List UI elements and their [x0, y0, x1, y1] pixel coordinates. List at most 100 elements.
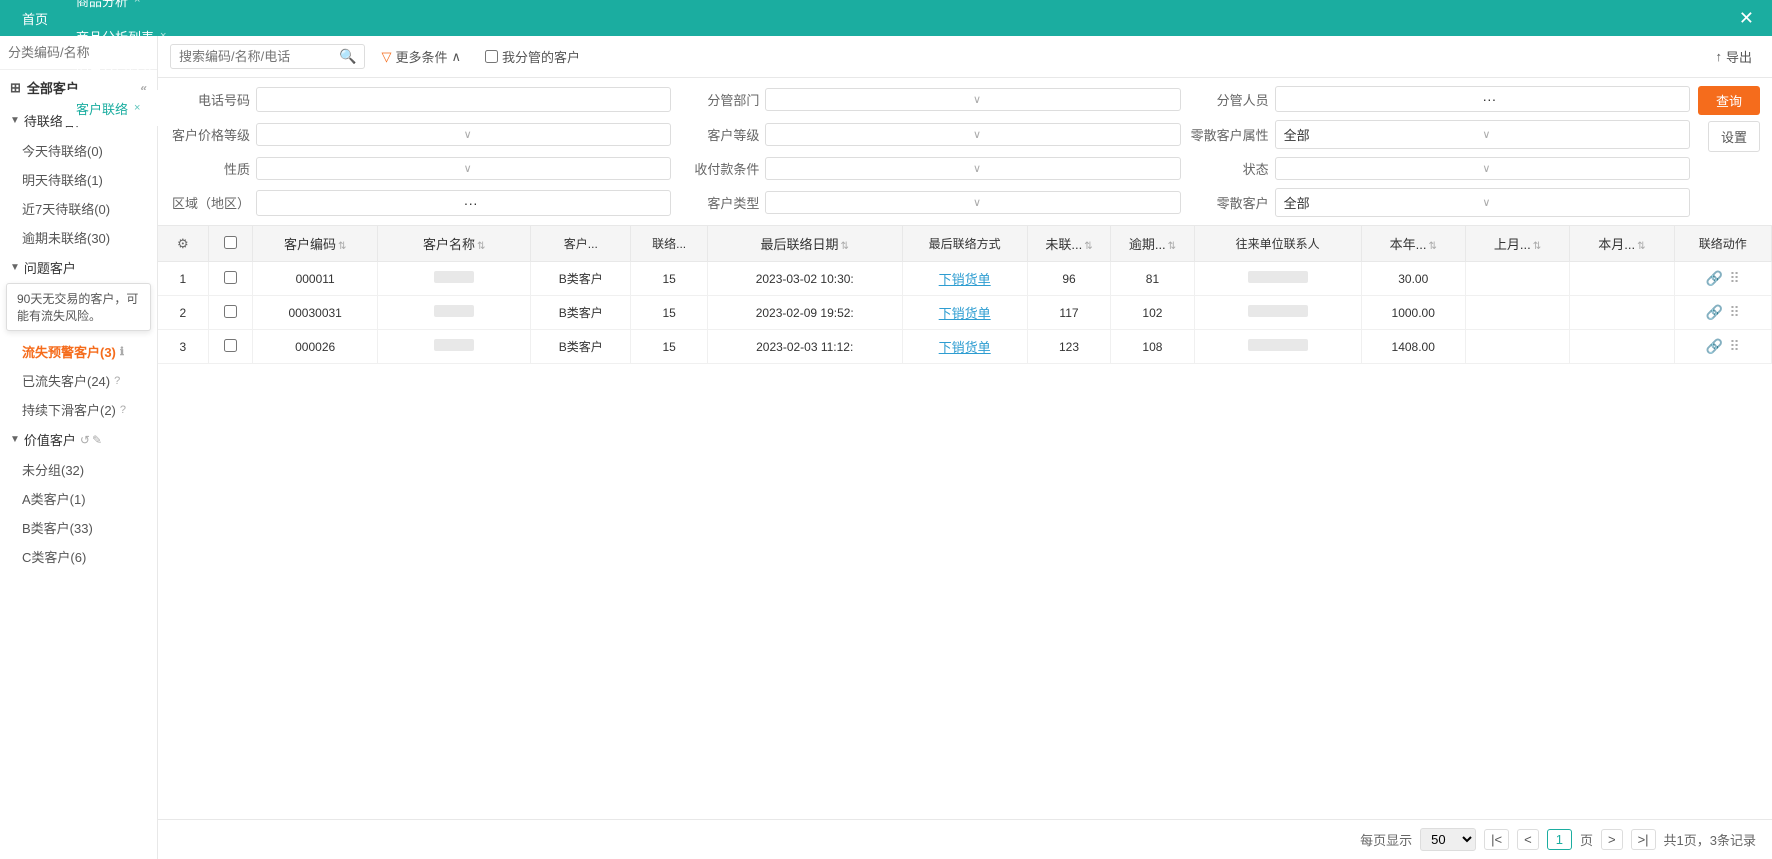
- td-way-link[interactable]: 下销货单: [939, 306, 991, 321]
- sidebar-item[interactable]: 流失预警客户(3)ℹ: [0, 337, 157, 366]
- th-thisyr-sort[interactable]: ⇅: [1428, 241, 1436, 252]
- first-page-btn[interactable]: |<: [1484, 829, 1509, 850]
- sidebar-item-label: 已流失客户(24): [22, 371, 110, 390]
- th-type: 客户...: [531, 226, 631, 262]
- prev-page-btn[interactable]: <: [1517, 829, 1539, 850]
- th-name-sort[interactable]: ⇅: [477, 241, 485, 252]
- filter-manager-select[interactable]: ···: [1275, 86, 1690, 112]
- tab-close-icon[interactable]: ×: [134, 102, 140, 114]
- td-check[interactable]: [208, 262, 253, 296]
- filter-region-more[interactable]: ···: [460, 195, 663, 211]
- sidebar-item[interactable]: 已流失客户(24)?: [0, 366, 157, 395]
- th-unlinked-sort[interactable]: ⇅: [1084, 241, 1092, 252]
- filter-nature-select[interactable]: ∨: [256, 157, 671, 180]
- more-action-icon[interactable]: ⠿: [1729, 304, 1739, 321]
- filter-phone-input[interactable]: [256, 87, 671, 112]
- sidebar-item[interactable]: B类客户(33): [0, 513, 157, 542]
- export-btn[interactable]: ↑ 导出: [1707, 44, 1760, 69]
- tab-close-icon[interactable]: ×: [160, 30, 166, 42]
- edit-icon[interactable]: ✎: [92, 433, 102, 447]
- td-check[interactable]: [208, 330, 253, 364]
- td-way-link[interactable]: 下销货单: [939, 340, 991, 355]
- more-conditions-btn[interactable]: ▽ 更多条件 ∧: [373, 44, 469, 69]
- th-way: 最后联络方式: [902, 226, 1027, 262]
- filter-row-1: 电话号码 分管部门 ∨ 分管人员: [170, 86, 1690, 112]
- last-page-btn[interactable]: >|: [1631, 829, 1656, 850]
- toolbar-search-icon[interactable]: 🔍: [339, 48, 356, 65]
- filter-retail-cust-select[interactable]: 全部 ∨: [1275, 188, 1690, 217]
- setting-button[interactable]: 设置: [1708, 121, 1760, 152]
- sidebar-item[interactable]: C类客户(6): [0, 542, 157, 571]
- filter-status-select[interactable]: ∨: [1275, 157, 1690, 180]
- toolbar: 🔍 ▽ 更多条件 ∧ 我分管的客户 ↑ 导出: [158, 36, 1772, 78]
- filter-region-select[interactable]: ···: [256, 190, 671, 216]
- sidebar-section-header[interactable]: ▼价值客户↺✎: [0, 424, 157, 455]
- td-check[interactable]: [208, 296, 253, 330]
- query-button[interactable]: 查询: [1698, 86, 1760, 115]
- th-gear[interactable]: ⚙: [158, 226, 208, 262]
- td-num: 2: [158, 296, 208, 330]
- per-page-select[interactable]: 50 100 200: [1420, 828, 1476, 851]
- my-customers-checkbox[interactable]: [485, 50, 498, 63]
- customer-name-blurred: [434, 305, 474, 317]
- gear-icon[interactable]: ⚙: [177, 236, 189, 251]
- filter-price-grade-label: 客户价格等级: [170, 125, 250, 144]
- toolbar-search-input[interactable]: [179, 49, 339, 64]
- th-thismon-sort[interactable]: ⇅: [1637, 241, 1645, 252]
- th-lastmo-sort[interactable]: ⇅: [1533, 241, 1541, 252]
- sidebar-section-header[interactable]: ▼问题客户: [0, 252, 157, 283]
- nav-home[interactable]: 首页: [8, 0, 62, 36]
- sidebar-item[interactable]: 近7天待联络(0): [0, 194, 157, 223]
- filter-icon: ▽: [381, 49, 391, 65]
- filter-cust-grade: 客户等级 ∨: [679, 123, 1180, 146]
- td-overdue: 102: [1111, 296, 1194, 330]
- nav-tab[interactable]: 客户联络 ×: [62, 90, 180, 126]
- question-icon[interactable]: ?: [114, 375, 120, 387]
- sidebar-item[interactable]: 逾期未联络(30): [0, 223, 157, 252]
- my-customers-btn[interactable]: 我分管的客户: [477, 44, 588, 69]
- toolbar-search: 🔍: [170, 44, 365, 69]
- row-checkbox[interactable]: [224, 271, 237, 284]
- pagination: 每页显示 50 100 200 |< < 1 页 > >| 共1页，3条记录: [158, 819, 1772, 859]
- link-action-icon[interactable]: 🔗: [1706, 338, 1723, 355]
- filter-payment-select[interactable]: ∨: [765, 157, 1180, 180]
- sidebar-item[interactable]: A类客户(1): [0, 484, 157, 513]
- td-way-link[interactable]: 下销货单: [939, 272, 991, 287]
- nav-tab[interactable]: 客户分层经营 ×: [62, 54, 180, 90]
- sidebar-item[interactable]: 明天待联络(1): [0, 165, 157, 194]
- link-action-icon[interactable]: 🔗: [1706, 270, 1723, 287]
- link-action-icon[interactable]: 🔗: [1706, 304, 1723, 321]
- filter-manager-more[interactable]: ···: [1478, 91, 1681, 107]
- sidebar-item[interactable]: 今天待联络(0): [0, 136, 157, 165]
- th-check[interactable]: [208, 226, 253, 262]
- per-page-label: 每页显示: [1360, 830, 1412, 849]
- row-checkbox[interactable]: [224, 305, 237, 318]
- more-action-icon[interactable]: ⠿: [1729, 338, 1739, 355]
- sidebar-item[interactable]: 持续下滑客户(2)?: [0, 395, 157, 424]
- sidebar-item-label: 持续下滑客户(2): [22, 400, 116, 419]
- more-action-icon[interactable]: ⠿: [1729, 270, 1739, 287]
- filter-price-grade-select[interactable]: ∨: [256, 123, 671, 146]
- th-overdue-sort[interactable]: ⇅: [1168, 241, 1176, 252]
- row-checkbox[interactable]: [224, 339, 237, 352]
- nav-close-btn[interactable]: ✕: [1729, 8, 1764, 29]
- nav-tab[interactable]: 商品分析列表 ×: [62, 18, 180, 54]
- th-code-label: 客户编码: [284, 237, 336, 252]
- th-date-sort[interactable]: ⇅: [841, 241, 849, 252]
- filter-cust-type-select[interactable]: ∨: [765, 191, 1180, 214]
- th-code-sort[interactable]: ⇅: [338, 241, 346, 252]
- nav-tab[interactable]: 商品分析 ×: [62, 0, 180, 18]
- refresh-icon[interactable]: ↺: [80, 433, 90, 447]
- question-icon[interactable]: ?: [120, 404, 126, 416]
- tab-close-icon[interactable]: ×: [134, 0, 140, 6]
- filter-payment: 收付款条件 ∨: [679, 157, 1180, 180]
- next-page-btn[interactable]: >: [1601, 829, 1623, 850]
- td-company: [1194, 330, 1361, 364]
- info-icon[interactable]: ℹ: [120, 345, 124, 358]
- tab-close-icon[interactable]: ×: [160, 66, 166, 78]
- filter-cust-grade-select[interactable]: ∨: [765, 123, 1180, 146]
- filter-retail-attr-select[interactable]: 全部 ∨: [1275, 120, 1690, 149]
- filter-dept-select[interactable]: ∨: [765, 88, 1180, 111]
- sidebar-item[interactable]: 未分组(32): [0, 455, 157, 484]
- select-all-checkbox[interactable]: [224, 236, 237, 249]
